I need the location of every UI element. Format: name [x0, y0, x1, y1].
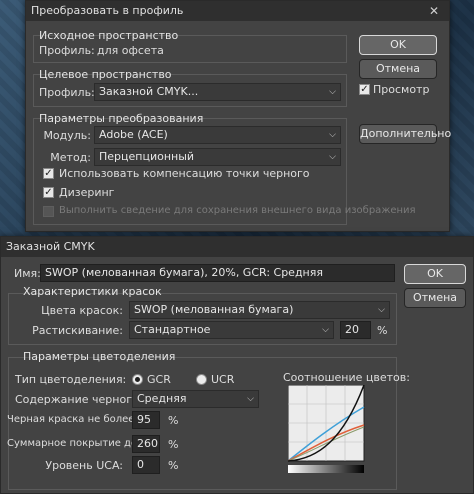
intent-value: Перцепционный [99, 150, 195, 163]
dot-gain-value: Стандартное [134, 323, 211, 336]
conversion-options-title: Параметры преобразования [39, 112, 204, 125]
source-profile-label: Профиль: [39, 44, 95, 57]
black-generation-label: Содержание черного: [15, 393, 143, 406]
black-point-compensation-checkbox[interactable]: ✓ [43, 168, 54, 179]
engine-value: Adobe (ACE) [99, 128, 168, 141]
total-ink-limit-value: 260 [137, 437, 158, 450]
ucr-radio[interactable] [196, 374, 207, 385]
dialog-titlebar[interactable]: Преобразовать в профиль ✕ [26, 1, 449, 21]
ucr-label: UCR [211, 373, 235, 386]
custom-cmyk-dialog: Заказной CMYK Имя: SWOP (мелованная бума… [0, 236, 474, 494]
black-ink-limit-label: Черная краска не более: [7, 414, 138, 425]
dot-gain-percent-sign: % [377, 324, 388, 337]
source-space-title: Исходное пространство [39, 29, 179, 42]
name-value: SWOP (мелованная бумага), 20%, GCR: Сред… [45, 266, 323, 279]
gcr-radio[interactable] [132, 374, 143, 385]
ink-options-title: Характеристики красок [23, 285, 162, 298]
close-icon[interactable]: ✕ [419, 1, 449, 21]
uca-amount-percent-sign: % [168, 459, 179, 472]
target-profile-value: Заказной CMYK... [99, 85, 199, 98]
target-profile-select[interactable]: Заказной CMYK... ⌵ [94, 83, 341, 101]
dot-gain-select[interactable]: Стандартное ⌵ [129, 321, 334, 339]
cmyk-cancel-button[interactable]: Отмена [404, 288, 466, 308]
chevron-down-icon: ⌵ [247, 394, 254, 404]
flatten-label: Выполнить сведение для сохранения внешне… [59, 205, 416, 216]
chevron-down-icon: ⌵ [329, 130, 336, 140]
ink-colors-value: SWOP (мелованная бумага) [134, 303, 294, 316]
chevron-down-icon: ⌵ [322, 325, 329, 335]
total-ink-limit-label: Суммарное покрытие до: [7, 438, 141, 449]
engine-label: Модуль: [43, 129, 91, 142]
flatten-checkbox[interactable] [43, 206, 54, 217]
intent-label: Метод: [50, 151, 91, 164]
black-point-compensation-label: Использовать компенсацию точки черного [59, 167, 310, 180]
chevron-down-icon: ⌵ [329, 152, 336, 162]
total-ink-limit-percent-sign: % [168, 438, 179, 451]
uca-amount-label: Уровень UCA: [45, 459, 123, 472]
dot-gain-percent-input[interactable]: 20 [340, 321, 371, 339]
engine-select[interactable]: Adobe (ACE) ⌵ [94, 126, 341, 144]
name-input[interactable]: SWOP (мелованная бумага), 20%, GCR: Сред… [40, 264, 395, 282]
gray-ramp-graph [288, 385, 365, 473]
dither-label: Дизеринг [59, 186, 115, 199]
cmyk-dialog-title: Заказной CMYK [6, 240, 95, 253]
chevron-down-icon: ⌵ [329, 87, 336, 97]
source-profile-value: для офсета [97, 44, 164, 57]
convert-to-profile-dialog: Преобразовать в профиль ✕ Исходное прост… [25, 0, 451, 232]
dot-gain-label: Растискивание: [32, 324, 123, 337]
dot-gain-percent-value: 20 [345, 323, 359, 336]
chevron-down-icon: ⌵ [378, 305, 385, 315]
ok-button[interactable]: OK [359, 35, 437, 55]
black-ink-limit-percent-sign: % [168, 414, 179, 427]
advanced-button[interactable]: Дополнительно [359, 124, 451, 144]
black-ink-limit-value: 95 [137, 413, 151, 426]
ink-colors-label: Цвета красок: [41, 304, 123, 317]
uca-amount-value: 0 [137, 458, 144, 471]
black-generation-select[interactable]: Средняя ⌵ [132, 390, 259, 408]
separation-type-label: Тип цветоделения: [15, 373, 127, 386]
name-label: Имя: [14, 267, 41, 280]
cmyk-ok-button[interactable]: OK [404, 264, 466, 284]
ink-colors-select[interactable]: SWOP (мелованная бумага) ⌵ [129, 301, 390, 319]
uca-amount-input[interactable]: 0 [132, 456, 160, 474]
target-profile-label: Профиль: [39, 86, 95, 99]
gcr-label: GCR [147, 373, 171, 386]
separation-options-title: Параметры цветоделения [23, 350, 176, 363]
preview-label: Просмотр [373, 83, 430, 96]
target-space-title: Целевое пространство [39, 68, 172, 81]
black-generation-value: Средняя [137, 392, 187, 405]
black-ink-limit-input[interactable]: 95 [132, 411, 160, 429]
dither-checkbox[interactable]: ✓ [43, 187, 54, 198]
intent-select[interactable]: Перцепционный ⌵ [94, 148, 341, 166]
total-ink-limit-input[interactable]: 260 [132, 435, 160, 453]
cmyk-dialog-titlebar[interactable]: Заказной CMYK [1, 237, 473, 257]
preview-checkbox[interactable]: ✓ [359, 84, 370, 95]
gray-ramp-graph-title: Соотношение цветов: [283, 371, 410, 384]
gray-ramp-bar [288, 465, 364, 473]
dialog-title: Преобразовать в профиль [31, 4, 184, 17]
cancel-button[interactable]: Отмена [359, 59, 437, 79]
